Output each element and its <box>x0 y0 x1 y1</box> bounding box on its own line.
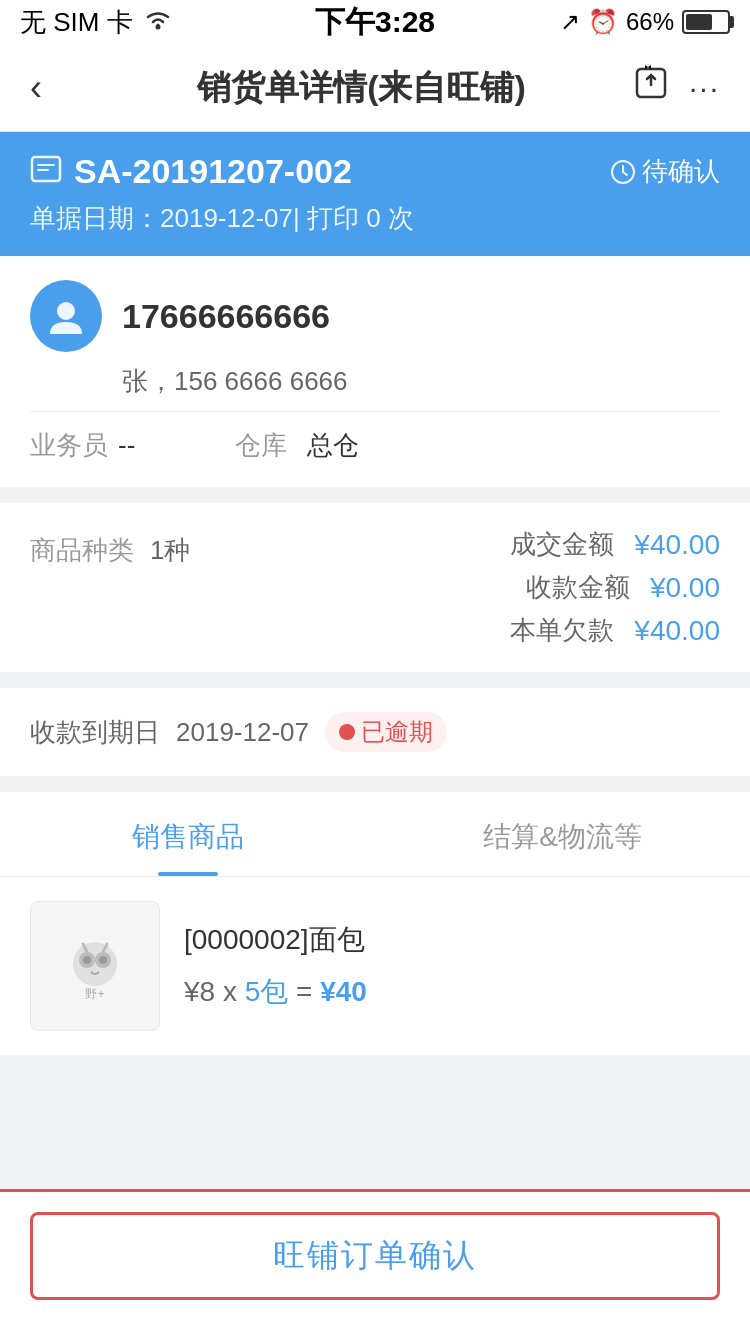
status-right: ↗ ⏰ 66% <box>560 8 730 36</box>
nav-bar: ‹ 销货单详情(来自旺铺) ··· <box>0 44 750 132</box>
tabs-section: 销售商品 结算&物流等 野+ [0000002]面包 ¥8 x 5包 = ¥40 <box>0 792 750 1055</box>
amounts: 成交金额 ¥40.00 收款金额 ¥0.00 本单欠款 ¥40.00 <box>510 527 720 648</box>
product-item: 野+ [0000002]面包 ¥8 x 5包 = ¥40 <box>0 877 750 1055</box>
salesperson-value: -- <box>118 430 135 461</box>
price-text: ¥8 x <box>184 976 245 1007</box>
overdue-dot-icon <box>339 724 355 740</box>
product-image: 野+ <box>30 901 160 1031</box>
due-date-label: 收款到期日 <box>30 715 160 750</box>
export-button[interactable] <box>633 65 669 110</box>
svg-point-5 <box>73 942 117 986</box>
balance-label: 本单欠款 <box>510 613 614 648</box>
order-id-icon <box>30 152 62 191</box>
status-bar: 无 SIM 卡 下午3:28 ↗ ⏰ 66% <box>0 0 750 44</box>
transaction-amount: ¥40.00 <box>634 529 720 561</box>
customer-section: 17666666666 张，156 6666 6666 业务员 -- 仓库 总仓 <box>0 256 750 487</box>
product-price: ¥8 x 5包 = ¥40 <box>184 973 720 1011</box>
salesperson-label: 业务员 <box>30 428 108 463</box>
price-qty: 5包 <box>245 976 289 1007</box>
battery-icon <box>682 10 730 34</box>
price-total: ¥40 <box>320 976 367 1007</box>
more-button[interactable]: ··· <box>689 71 720 105</box>
customer-phone: 17666666666 <box>122 297 330 336</box>
bottom-bar: 旺铺订单确认 <box>0 1189 750 1334</box>
category-label: 商品种类 <box>30 533 134 568</box>
tabs-row: 销售商品 结算&物流等 <box>0 792 750 877</box>
svg-point-8 <box>83 956 91 964</box>
category-info: 商品种类 1种 <box>30 527 190 568</box>
battery-percent: 66% <box>626 8 674 36</box>
nav-actions: ··· <box>633 65 720 110</box>
overdue-badge: 已逾期 <box>325 712 447 752</box>
back-button[interactable]: ‹ <box>30 67 90 109</box>
price-equals: = <box>288 976 320 1007</box>
summary-section: 商品种类 1种 成交金额 ¥40.00 收款金额 ¥0.00 本单欠款 ¥40.… <box>0 503 750 672</box>
svg-text:野+: 野+ <box>85 987 104 1001</box>
warehouse-value: 总仓 <box>307 428 359 463</box>
customer-name: 张，156 6666 6666 <box>122 364 720 399</box>
customer-meta: 业务员 -- 仓库 总仓 <box>30 411 720 463</box>
due-date-section: 收款到期日 2019-12-07 已逾期 <box>0 688 750 776</box>
svg-point-9 <box>99 956 107 964</box>
category-value: 1种 <box>150 533 190 568</box>
status-time: 下午3:28 <box>315 2 435 43</box>
warehouse-label: 仓库 <box>235 428 287 463</box>
product-details: [0000002]面包 ¥8 x 5包 = ¥40 <box>184 921 720 1011</box>
confirm-order-button[interactable]: 旺铺订单确认 <box>30 1212 720 1300</box>
svg-point-4 <box>57 302 75 320</box>
received-amount: ¥0.00 <box>650 572 720 604</box>
received-label: 收款金额 <box>526 570 630 605</box>
wifi-icon <box>143 7 173 38</box>
customer-avatar <box>30 280 102 352</box>
tab-settlement[interactable]: 结算&物流等 <box>375 792 750 876</box>
svg-point-0 <box>155 24 160 29</box>
location-icon: ↗ <box>560 8 580 36</box>
carrier-text: 无 SIM 卡 <box>20 5 133 40</box>
order-header: SA-20191207-002 待确认 单据日期：2019-12-07| 打印 … <box>0 132 750 256</box>
tab-sales-product[interactable]: 销售商品 <box>0 792 375 876</box>
alarm-icon: ⏰ <box>588 8 618 36</box>
due-date-value: 2019-12-07 <box>176 717 309 748</box>
balance-amount: ¥40.00 <box>634 615 720 647</box>
page-title: 销货单详情(来自旺铺) <box>197 65 526 111</box>
product-name: [0000002]面包 <box>184 921 720 959</box>
order-status: 待确认 <box>610 154 720 189</box>
status-left: 无 SIM 卡 <box>20 5 173 40</box>
order-date: 单据日期：2019-12-07| 打印 0 次 <box>30 201 720 236</box>
overdue-text: 已逾期 <box>361 716 433 748</box>
transaction-label: 成交金额 <box>510 527 614 562</box>
order-id: SA-20191207-002 <box>30 152 352 191</box>
